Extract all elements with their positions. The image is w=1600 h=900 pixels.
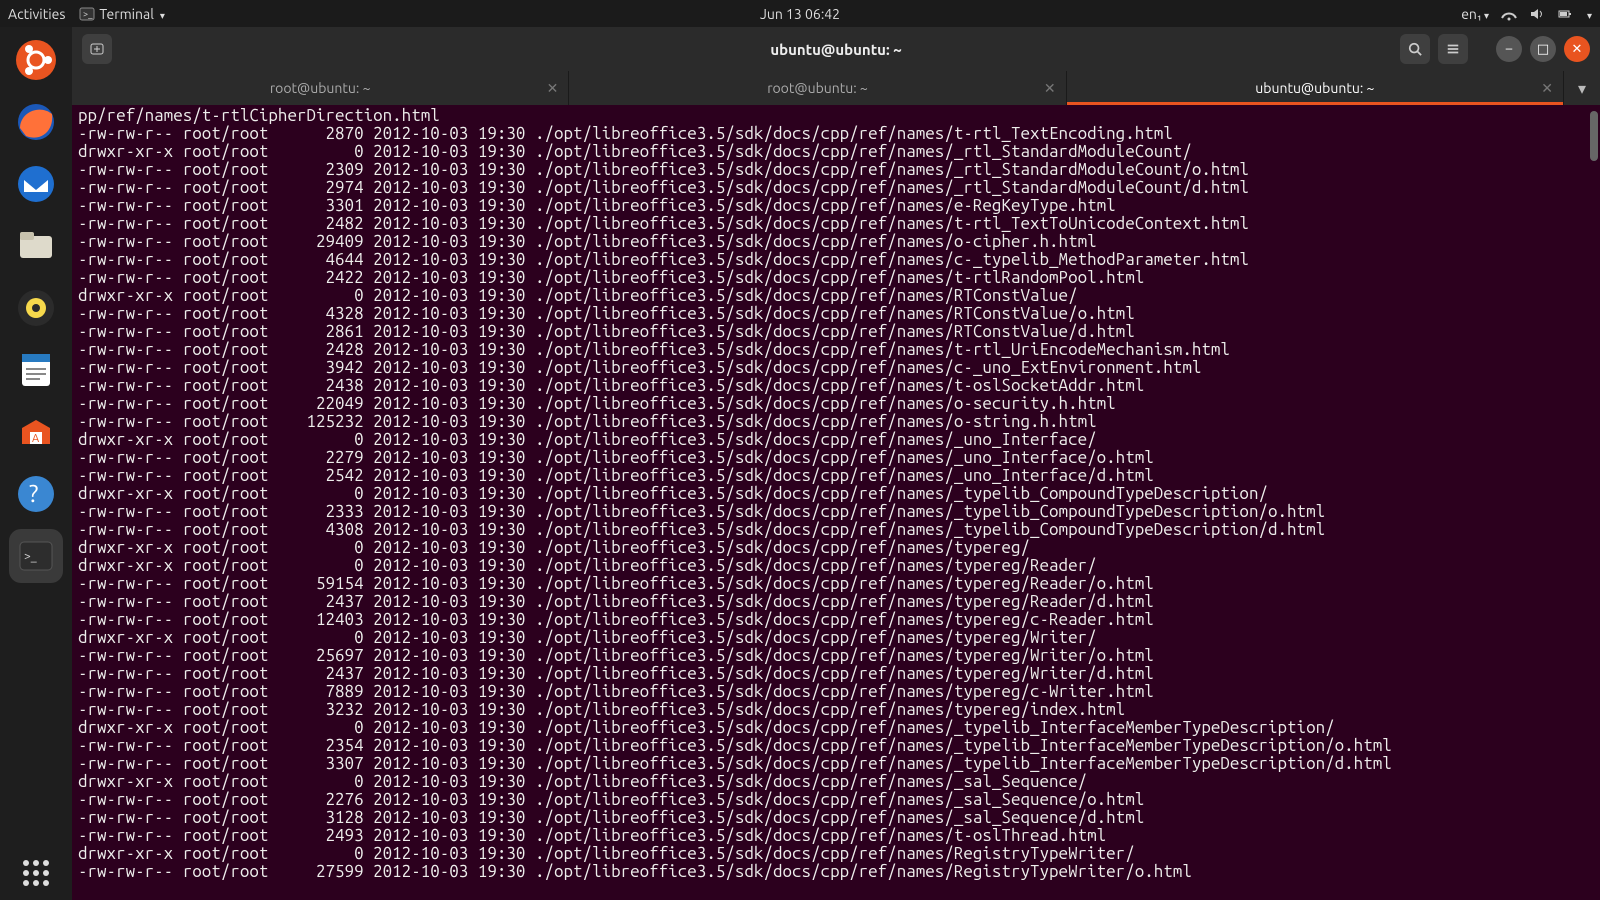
- scrollbar[interactable]: [1588, 105, 1600, 900]
- terminal-line: -rw-rw-r-- root/root 2309 2012-10-03 19:…: [78, 161, 1594, 179]
- tab-label: root@ubuntu: ~: [270, 80, 371, 96]
- terminal-line: -rw-rw-r-- root/root 3301 2012-10-03 19:…: [78, 197, 1594, 215]
- dock-help[interactable]: ?: [9, 467, 63, 521]
- tab-close-icon[interactable]: ✕: [1541, 80, 1553, 97]
- search-icon: [1408, 42, 1422, 56]
- new-tab-button[interactable]: [82, 34, 112, 64]
- dock-show-apps[interactable]: [9, 846, 63, 900]
- svg-text:>_: >_: [83, 9, 93, 19]
- tab-close-icon[interactable]: ✕: [1044, 80, 1056, 97]
- dock-ubuntu-logo[interactable]: [9, 33, 63, 87]
- terminal-line: drwxr-xr-x root/root 0 2012-10-03 19:30 …: [78, 485, 1594, 503]
- dock-writer[interactable]: [9, 343, 63, 397]
- tab-close-icon[interactable]: ✕: [547, 80, 559, 97]
- tab-dropdown-button[interactable]: ▾: [1564, 71, 1600, 105]
- terminal-line: -rw-rw-r-- root/root 2542 2012-10-03 19:…: [78, 467, 1594, 485]
- terminal-line: -rw-rw-r-- root/root 3128 2012-10-03 19:…: [78, 809, 1594, 827]
- terminal-line: -rw-rw-r-- root/root 2422 2012-10-03 19:…: [78, 269, 1594, 287]
- terminal-line: drwxr-xr-x root/root 0 2012-10-03 19:30 …: [78, 773, 1594, 791]
- terminal-line: -rw-rw-r-- root/root 125232 2012-10-03 1…: [78, 413, 1594, 431]
- terminal-line: drwxr-xr-x root/root 0 2012-10-03 19:30 …: [78, 557, 1594, 575]
- terminal-line: -rw-rw-r-- root/root 2861 2012-10-03 19:…: [78, 323, 1594, 341]
- terminal-line: drwxr-xr-x root/root 0 2012-10-03 19:30 …: [78, 845, 1594, 863]
- svg-text:>_: >_: [24, 550, 37, 563]
- terminal-line: -rw-rw-r-- root/root 4328 2012-10-03 19:…: [78, 305, 1594, 323]
- terminal-line: -rw-rw-r-- root/root 12403 2012-10-03 19…: [78, 611, 1594, 629]
- terminal-line: -rw-rw-r-- root/root 2482 2012-10-03 19:…: [78, 215, 1594, 233]
- tab-0[interactable]: root@ubuntu: ~ ✕: [72, 71, 569, 105]
- dock-firefox[interactable]: [9, 95, 63, 149]
- terminal-line: drwxr-xr-x root/root 0 2012-10-03 19:30 …: [78, 719, 1594, 737]
- chevron-down-icon: [1482, 6, 1489, 22]
- battery-icon[interactable]: [1557, 6, 1573, 22]
- tab-bar: root@ubuntu: ~ ✕ root@ubuntu: ~ ✕ ubuntu@u…: [72, 71, 1600, 105]
- terminal-line: -rw-rw-r-- root/root 2493 2012-10-03 19:…: [78, 827, 1594, 845]
- dock-rhythmbox[interactable]: [9, 281, 63, 335]
- dock-terminal[interactable]: >_: [9, 529, 63, 583]
- terminal-line: drwxr-xr-x root/root 0 2012-10-03 19:30 …: [78, 143, 1594, 161]
- clock[interactable]: Jun 13 06:42: [760, 6, 840, 22]
- svg-text:A: A: [32, 433, 40, 445]
- terminal-line: -rw-rw-r-- root/root 25697 2012-10-03 19…: [78, 647, 1594, 665]
- terminal-window: ubuntu@ubuntu: ~ – □ ✕ root@ubuntu: ~ ✕ r…: [72, 27, 1600, 900]
- dock-thunderbird[interactable]: [9, 157, 63, 211]
- terminal-line: drwxr-xr-x root/root 0 2012-10-03 19:30 …: [78, 539, 1594, 557]
- terminal-line: -rw-rw-r-- root/root 2437 2012-10-03 19:…: [78, 593, 1594, 611]
- terminal-line: -rw-rw-r-- root/root 3307 2012-10-03 19:…: [78, 755, 1594, 773]
- terminal-line: -rw-rw-r-- root/root 2974 2012-10-03 19:…: [78, 179, 1594, 197]
- window-title: ubuntu@ubuntu: ~: [770, 41, 901, 58]
- terminal-line: -rw-rw-r-- root/root 2437 2012-10-03 19:…: [78, 665, 1594, 683]
- minimize-button[interactable]: –: [1496, 36, 1522, 62]
- dock-software[interactable]: A: [9, 405, 63, 459]
- maximize-button[interactable]: □: [1530, 36, 1556, 62]
- volume-icon[interactable]: [1529, 6, 1545, 22]
- terminal-line: -rw-rw-r-- root/root 2279 2012-10-03 19:…: [78, 449, 1594, 467]
- terminal-line: -rw-rw-r-- root/root 3232 2012-10-03 19:…: [78, 701, 1594, 719]
- terminal-line: -rw-rw-r-- root/root 2276 2012-10-03 19:…: [78, 791, 1594, 809]
- terminal-line: -rw-rw-r-- root/root 59154 2012-10-03 19…: [78, 575, 1594, 593]
- scrollbar-thumb[interactable]: [1590, 111, 1598, 161]
- terminal-line: -rw-rw-r-- root/root 3942 2012-10-03 19:…: [78, 359, 1594, 377]
- terminal-line: drwxr-xr-x root/root 0 2012-10-03 19:30 …: [78, 287, 1594, 305]
- app-menu-label: Terminal: [99, 6, 154, 22]
- terminal-line: drwxr-xr-x root/root 0 2012-10-03 19:30 …: [78, 431, 1594, 449]
- terminal-line: -rw-rw-r-- root/root 27599 2012-10-03 19…: [78, 863, 1594, 881]
- gnome-top-bar: Activities >_ Terminal Jun 13 06:42 en₁: [0, 0, 1600, 27]
- dock: A ? >_: [0, 27, 72, 900]
- input-source-indicator[interactable]: en₁: [1461, 6, 1489, 22]
- terminal-line: drwxr-xr-x root/root 0 2012-10-03 19:30 …: [78, 629, 1594, 647]
- chevron-down-icon: [158, 6, 165, 22]
- new-tab-icon: [89, 41, 105, 57]
- terminal-line: -rw-rw-r-- root/root 2438 2012-10-03 19:…: [78, 377, 1594, 395]
- system-menu-caret[interactable]: [1585, 6, 1592, 22]
- svg-text:?: ?: [29, 480, 38, 507]
- app-menu[interactable]: >_ Terminal: [79, 6, 165, 22]
- titlebar[interactable]: ubuntu@ubuntu: ~ – □ ✕: [72, 27, 1600, 71]
- terminal-line: -rw-rw-r-- root/root 7889 2012-10-03 19:…: [78, 683, 1594, 701]
- close-button[interactable]: ✕: [1564, 36, 1590, 62]
- terminal-line: -rw-rw-r-- root/root 2333 2012-10-03 19:…: [78, 503, 1594, 521]
- terminal-line: -rw-rw-r-- root/root 29409 2012-10-03 19…: [78, 233, 1594, 251]
- hamburger-icon: [1446, 42, 1460, 56]
- activities-button[interactable]: Activities: [8, 6, 65, 22]
- terminal-line: pp/ref/names/t-rtlCipherDirection.html: [78, 107, 1594, 125]
- terminal-line: -rw-rw-r-- root/root 4308 2012-10-03 19:…: [78, 521, 1594, 539]
- search-button[interactable]: [1400, 34, 1430, 64]
- dock-files[interactable]: [9, 219, 63, 273]
- menu-button[interactable]: [1438, 34, 1468, 64]
- network-icon[interactable]: [1501, 6, 1517, 22]
- tab-2[interactable]: ubuntu@ubuntu: ~ ✕: [1067, 71, 1564, 105]
- terminal-line: -rw-rw-r-- root/root 2354 2012-10-03 19:…: [78, 737, 1594, 755]
- terminal-line: -rw-rw-r-- root/root 4644 2012-10-03 19:…: [78, 251, 1594, 269]
- tab-label: ubuntu@ubuntu: ~: [1255, 80, 1374, 96]
- terminal-output[interactable]: pp/ref/names/t-rtlCipherDirection.html-r…: [72, 105, 1600, 900]
- tab-1[interactable]: root@ubuntu: ~ ✕: [569, 71, 1066, 105]
- tab-label: root@ubuntu: ~: [767, 80, 868, 96]
- terminal-line: -rw-rw-r-- root/root 2870 2012-10-03 19:…: [78, 125, 1594, 143]
- terminal-line: -rw-rw-r-- root/root 22049 2012-10-03 19…: [78, 395, 1594, 413]
- terminal-line: -rw-rw-r-- root/root 2428 2012-10-03 19:…: [78, 341, 1594, 359]
- terminal-icon: >_: [79, 6, 95, 22]
